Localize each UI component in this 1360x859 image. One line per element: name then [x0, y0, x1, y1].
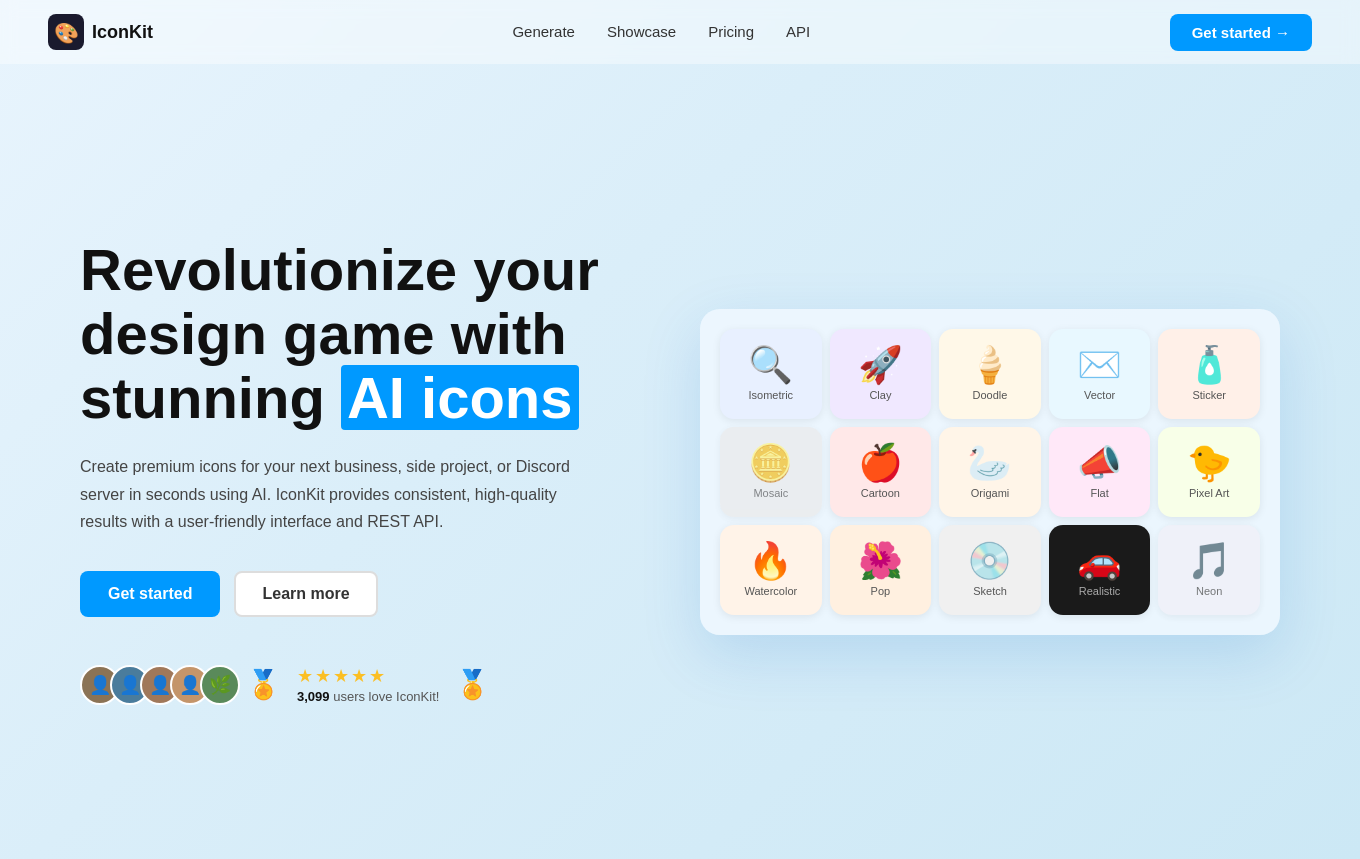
hero-heading: Revolutionize yourdesign game withstunni…: [80, 238, 660, 429]
icon-cell-watercolor: 🔥 Watercolor: [720, 525, 822, 615]
nav-showcase[interactable]: Showcase: [607, 23, 676, 40]
icon-cell-sticker: 🧴 Sticker: [1158, 329, 1260, 419]
avatar-5: 🌿: [200, 665, 240, 705]
hero-left-content: Revolutionize yourdesign game withstunni…: [80, 238, 660, 705]
icon-label-doodle: Doodle: [973, 389, 1008, 401]
laurel-left-icon: 🏅: [246, 671, 281, 699]
icon-emoji-clay: 🚀: [858, 347, 903, 383]
rating-label: users love IconKit!: [333, 689, 439, 704]
navbar: 🎨 IconKit Generate Showcase Pricing API …: [0, 0, 1360, 64]
icon-emoji-neon: 🎵: [1187, 543, 1232, 579]
svg-text:🎨: 🎨: [54, 21, 79, 45]
logo-link[interactable]: 🎨 IconKit: [48, 14, 153, 50]
icon-label-watercolor: Watercolor: [744, 585, 797, 597]
star-3: ★: [333, 665, 349, 687]
star-1: ★: [297, 665, 313, 687]
icon-emoji-isometric: 🔍: [748, 347, 793, 383]
icon-label-mosaic: Mosaic: [753, 487, 788, 499]
icon-label-clay: Clay: [869, 389, 891, 401]
icon-emoji-origami: 🦢: [967, 445, 1012, 481]
nav-links: Generate Showcase Pricing API: [512, 23, 810, 41]
icon-emoji-watercolor: 🔥: [748, 543, 793, 579]
icon-cell-cartoon: 🍎 Cartoon: [830, 427, 932, 517]
icon-cell-doodle: 🍦 Doodle: [939, 329, 1041, 419]
icon-cell-pixel-art: 🐤 Pixel Art: [1158, 427, 1260, 517]
icon-cell-origami: 🦢 Origami: [939, 427, 1041, 517]
icon-label-sticker: Sticker: [1192, 389, 1226, 401]
icon-emoji-realistic: 🚗: [1077, 543, 1122, 579]
icon-emoji-flat: 📣: [1077, 445, 1122, 481]
icon-cell-flat: 📣 Flat: [1049, 427, 1151, 517]
icon-label-realistic: Realistic: [1079, 585, 1121, 597]
icon-emoji-sticker: 🧴: [1187, 347, 1232, 383]
laurel-right-icon: 🏅: [455, 671, 490, 699]
rating-block: ★ ★ ★ ★ ★ 3,099 users love IconKit!: [297, 665, 439, 704]
icon-emoji-pop: 🌺: [858, 543, 903, 579]
hero-heading-highlight: AI icons: [341, 365, 579, 430]
icon-grid: 🔍 Isometric 🚀 Clay 🍦 Doodle ✉️ Vector 🧴 Sticker 🪙 M…: [720, 329, 1260, 615]
icon-cell-vector: ✉️ Vector: [1049, 329, 1151, 419]
star-4: ★: [351, 665, 367, 687]
social-proof: 👤 👤 👤 👤 🌿 🏅 ★ ★ ★ ★ ★ 3,099 users love I…: [80, 665, 660, 705]
icon-cell-mosaic: 🪙 Mosaic: [720, 427, 822, 517]
stars: ★ ★ ★ ★ ★: [297, 665, 385, 687]
avatar-group: 👤 👤 👤 👤 🌿: [80, 665, 230, 705]
hero-buttons: Get started Learn more: [80, 571, 660, 617]
star-5: ★: [369, 665, 385, 687]
icon-label-origami: Origami: [971, 487, 1010, 499]
icon-cell-neon: 🎵 Neon: [1158, 525, 1260, 615]
hero-get-started-button[interactable]: Get started: [80, 571, 220, 617]
icon-cell-pop: 🌺 Pop: [830, 525, 932, 615]
icon-emoji-vector: ✉️: [1077, 347, 1122, 383]
icon-label-pixel-art: Pixel Art: [1189, 487, 1229, 499]
icon-cell-clay: 🚀 Clay: [830, 329, 932, 419]
icon-label-vector: Vector: [1084, 389, 1115, 401]
icon-label-cartoon: Cartoon: [861, 487, 900, 499]
icon-emoji-pixel-art: 🐤: [1187, 445, 1232, 481]
star-2: ★: [315, 665, 331, 687]
hero-section: Revolutionize yourdesign game withstunni…: [0, 64, 1360, 859]
icon-emoji-cartoon: 🍎: [858, 445, 903, 481]
nav-get-started-button[interactable]: Get started →: [1170, 14, 1312, 51]
nav-pricing[interactable]: Pricing: [708, 23, 754, 40]
icon-label-neon: Neon: [1196, 585, 1222, 597]
icon-label-flat: Flat: [1090, 487, 1108, 499]
hero-learn-more-button[interactable]: Learn more: [234, 571, 377, 617]
icon-label-pop: Pop: [871, 585, 891, 597]
icon-cell-isometric: 🔍 Isometric: [720, 329, 822, 419]
icon-grid-container: 🔍 Isometric 🚀 Clay 🍦 Doodle ✉️ Vector 🧴 Sticker 🪙 M…: [700, 309, 1280, 635]
logo-icon: 🎨: [48, 14, 84, 50]
icon-cell-sketch: 💿 Sketch: [939, 525, 1041, 615]
nav-api[interactable]: API: [786, 23, 810, 40]
logo-text: IconKit: [92, 22, 153, 43]
icon-label-sketch: Sketch: [973, 585, 1007, 597]
rating-count: 3,099: [297, 689, 330, 704]
hero-description: Create premium icons for your next busin…: [80, 453, 600, 535]
hero-right-content: 🔍 Isometric 🚀 Clay 🍦 Doodle ✉️ Vector 🧴 Sticker 🪙 M…: [700, 309, 1280, 635]
nav-generate[interactable]: Generate: [512, 23, 575, 40]
icon-emoji-doodle: 🍦: [967, 347, 1012, 383]
icon-cell-realistic: 🚗 Realistic: [1049, 525, 1151, 615]
rating-text: 3,099 users love IconKit!: [297, 689, 439, 704]
icon-emoji-mosaic: 🪙: [748, 445, 793, 481]
icon-label-isometric: Isometric: [748, 389, 793, 401]
icon-emoji-sketch: 💿: [967, 543, 1012, 579]
